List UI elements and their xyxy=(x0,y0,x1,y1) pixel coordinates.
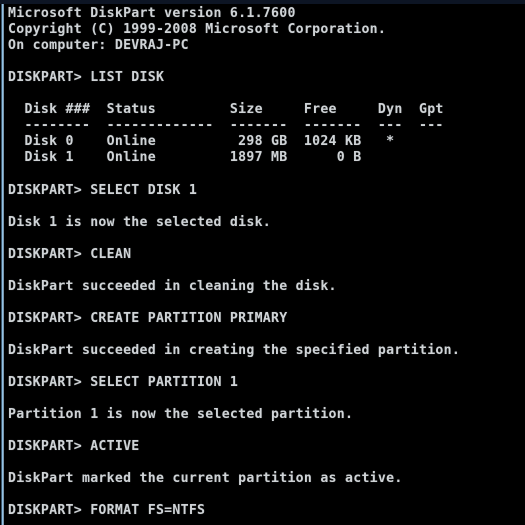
console-output-line: Partition 1 is now the selected partitio… xyxy=(8,407,354,423)
console-output-line: Disk 1 is now the selected disk. xyxy=(8,214,272,230)
console-command-line: DISKPART> CREATE PARTITION PRIMARY xyxy=(8,310,288,326)
console-command-line: DISKPART> CLEAN xyxy=(8,246,132,262)
command-prompt-window[interactable]: Microsoft DiskPart version 6.1.7600 Copyr… xyxy=(0,0,525,525)
console-output-line: DiskPart marked the current partition as… xyxy=(8,471,403,487)
disk-table-separator-row: -------- ------------- ------- ------- -… xyxy=(8,118,444,134)
console-output-line: Microsoft DiskPart version 6.1.7600 xyxy=(8,6,296,21)
console-output-line: On computer: DEVRAJ-PC xyxy=(8,38,189,54)
disk-table-header-row: Disk ### Status Size Free Dyn Gpt xyxy=(8,102,444,118)
console-output-line: DiskPart succeeded in creating the speci… xyxy=(8,342,461,358)
console-command-line: DISKPART> ACTIVE xyxy=(8,439,140,455)
console-output-line: Copyright (C) 1999-2008 Microsoft Corpor… xyxy=(8,22,387,38)
console-command-line: DISKPART> SELECT DISK 1 xyxy=(8,182,198,198)
console-command-line: DISKPART> LIST DISK xyxy=(8,70,165,86)
console-command-line: DISKPART> SELECT PARTITION 1 xyxy=(8,375,239,391)
disk-table-row: Disk 1 Online 1897 MB 0 B xyxy=(8,150,362,166)
console-command-line: DISKPART> FORMAT FS=NTFS xyxy=(8,503,206,519)
console-output-line: DiskPart succeeded in cleaning the disk. xyxy=(8,278,337,294)
disk-table-row: Disk 0 Online 298 GB 1024 KB * xyxy=(8,134,395,150)
window-title-band xyxy=(0,0,525,4)
console-output-area[interactable]: Microsoft DiskPart version 6.1.7600 Copyr… xyxy=(8,6,520,525)
window-left-border xyxy=(1,4,4,525)
